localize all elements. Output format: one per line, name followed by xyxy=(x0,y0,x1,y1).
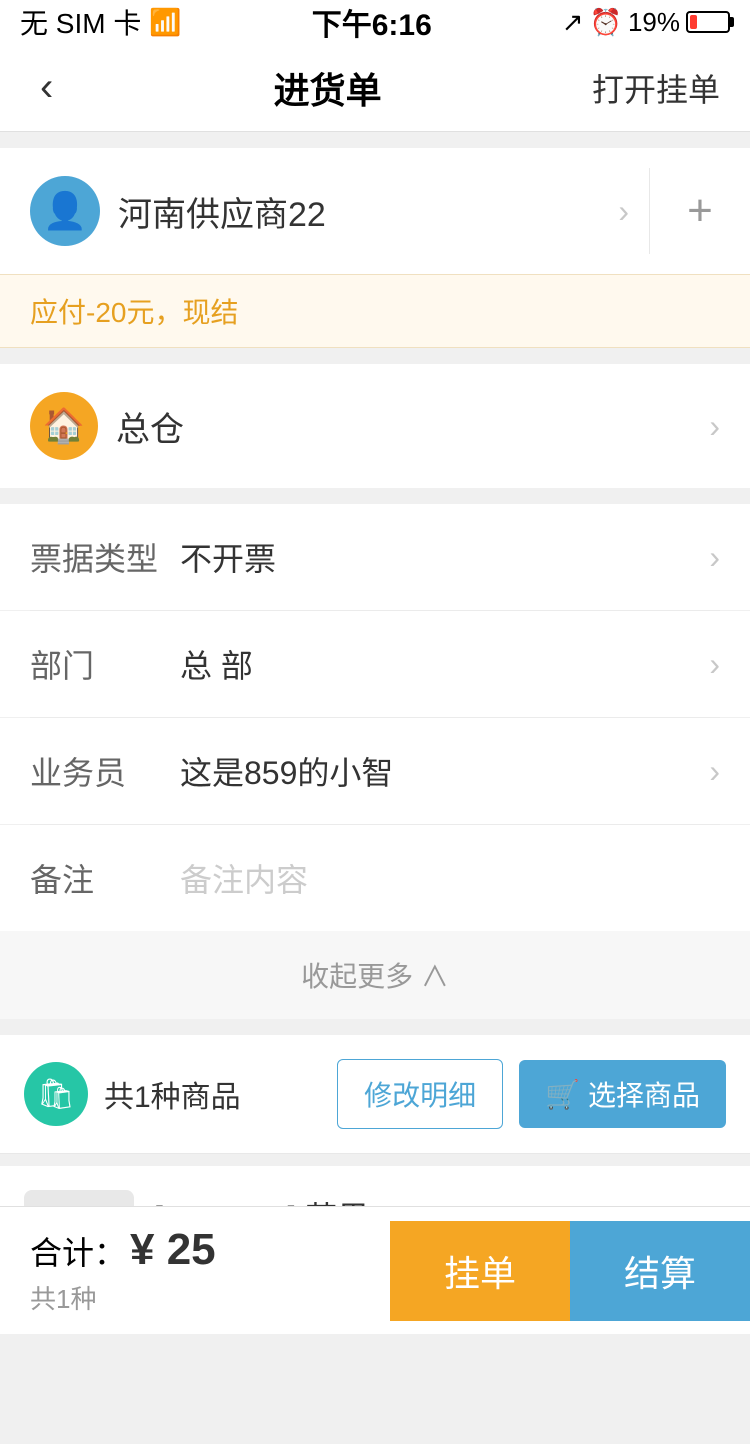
divider-2 xyxy=(0,348,750,364)
bag-icon: 🛍 xyxy=(37,1077,75,1112)
invoice-label: 票据类型 xyxy=(30,534,170,580)
remark-row[interactable]: 备注 备注内容 xyxy=(0,825,750,931)
warehouse-row[interactable]: 🏠 总仓 › xyxy=(0,364,750,488)
select-icon: 🛒 xyxy=(545,1078,580,1111)
alarm-icon: ⏰ xyxy=(590,7,622,38)
dept-value: 总 部 xyxy=(170,641,709,687)
open-hang-button[interactable]: 打开挂单 xyxy=(592,65,720,111)
wifi-icon: 📶 xyxy=(149,7,181,38)
page-title: 进货单 xyxy=(274,62,382,114)
products-count: 共1种商品 xyxy=(104,1072,321,1116)
products-icon: 🛍 xyxy=(24,1062,88,1126)
divider-8 xyxy=(0,1153,750,1154)
supplier-section: 👤 河南供应商22 › + xyxy=(0,148,750,274)
select-label: 选择商品 xyxy=(588,1074,700,1114)
total-amount: ¥ 25 xyxy=(130,1225,216,1275)
products-header: 🛍 共1种商品 修改明细 🛒 选择商品 xyxy=(0,1035,750,1153)
total-count: 共1种 xyxy=(30,1279,360,1316)
divider-1 xyxy=(0,132,750,148)
warning-bar: 应付-20元，现结 xyxy=(0,274,750,348)
divider-3 xyxy=(0,488,750,504)
collapse-bar[interactable]: 收起更多 ∧ xyxy=(0,931,750,1019)
back-button[interactable]: ‹ xyxy=(30,55,63,120)
sales-value: 这是859的小智 xyxy=(170,748,709,794)
battery-percent: 19% xyxy=(628,7,680,38)
sales-label: 业务员 xyxy=(30,748,170,794)
dept-row[interactable]: 部门 总 部 › xyxy=(0,611,750,717)
total-section: 合计： ¥ 25 共1种 xyxy=(0,1207,390,1334)
bottom-bar: 合计： ¥ 25 共1种 挂单 结算 xyxy=(0,1206,750,1334)
warehouse-icon: 🏠 xyxy=(30,392,98,460)
chevron-right-icon: › xyxy=(709,753,720,790)
location-icon: ↗ xyxy=(562,7,584,38)
status-right: ↗ ⏰ 19% xyxy=(562,7,730,38)
sales-row[interactable]: 业务员 这是859的小智 › xyxy=(0,718,750,824)
divider-7 xyxy=(0,1019,750,1035)
carrier-label: 无 SIM 卡 xyxy=(20,2,141,42)
status-time: 下午6:16 xyxy=(312,0,432,44)
bottom-spacer xyxy=(0,1324,750,1444)
select-product-button[interactable]: 🛒 选择商品 xyxy=(519,1060,726,1128)
chevron-right-icon: › xyxy=(618,193,629,230)
chevron-right-icon: › xyxy=(709,646,720,683)
total-label: 合计： xyxy=(30,1228,126,1274)
supplier-name: 河南供应商22 xyxy=(118,187,600,236)
nav-bar: ‹ 进货单 打开挂单 xyxy=(0,44,750,132)
invoice-row[interactable]: 票据类型 不开票 › xyxy=(0,504,750,610)
dept-label: 部门 xyxy=(30,641,170,687)
warehouse-name: 总仓 xyxy=(116,402,691,451)
supplier-avatar: 👤 xyxy=(30,176,100,246)
status-left: 无 SIM 卡 📶 xyxy=(20,2,182,42)
chevron-right-icon: › xyxy=(709,408,720,445)
add-button[interactable]: + xyxy=(650,148,750,274)
avatar-icon: 👤 xyxy=(43,190,88,232)
supplier-selector[interactable]: 👤 河南供应商22 › xyxy=(0,148,649,274)
status-bar: 无 SIM 卡 📶 下午6:16 ↗ ⏰ 19% xyxy=(0,0,750,44)
remark-label: 备注 xyxy=(30,855,170,901)
chevron-right-icon: › xyxy=(709,539,720,576)
checkout-button[interactable]: 结算 xyxy=(570,1221,750,1321)
remark-input[interactable]: 备注内容 xyxy=(170,855,720,901)
invoice-value: 不开票 xyxy=(170,534,709,580)
edit-detail-button[interactable]: 修改明细 xyxy=(337,1059,503,1129)
hang-button[interactable]: 挂单 xyxy=(390,1221,570,1321)
battery-icon xyxy=(686,11,730,33)
